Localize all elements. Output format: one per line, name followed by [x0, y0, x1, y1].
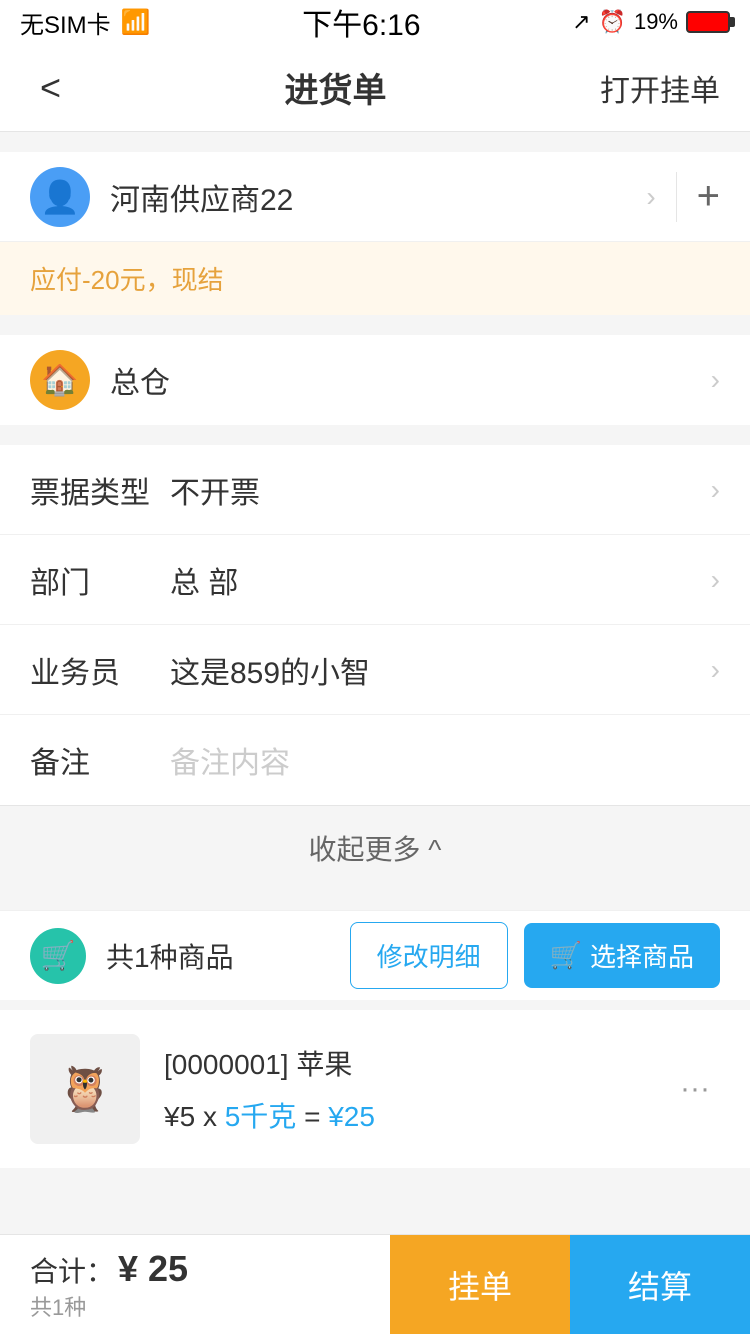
dept-chevron-icon: ›	[711, 564, 720, 596]
checkout-label: 结算	[628, 1262, 692, 1308]
select-product-label: 选择商品	[590, 937, 694, 974]
products-header: 🛒 共1种商品 修改明细 🛒 选择商品	[0, 910, 750, 1000]
warehouse-chevron-icon: ›	[711, 364, 720, 396]
product-qty: 5千克	[225, 1101, 297, 1132]
total-sub: 共1种	[30, 1290, 360, 1322]
select-product-icon: 🛒	[550, 940, 582, 971]
invoice-value: 不开票	[170, 468, 711, 512]
remark-input[interactable]: 备注内容	[170, 738, 720, 782]
form-section: 票据类型 不开票 › 部门 总 部 › 业务员 这是859的小智 › 备注 备注…	[0, 445, 750, 805]
add-supplier-button[interactable]: +	[697, 174, 720, 219]
status-left: 无SIM卡 📶	[20, 5, 151, 40]
remark-label: 备注	[30, 738, 170, 782]
status-bar: 无SIM卡 📶 下午6:16 ↗ ⏰ 19%	[0, 0, 750, 44]
product-total: ¥25	[328, 1101, 375, 1132]
sales-value: 这是859的小智	[170, 648, 711, 692]
supplier-avatar: 👤	[30, 167, 90, 227]
product-title: 苹果	[296, 1049, 352, 1080]
warehouse-icon-wrap: 🏠	[30, 350, 90, 410]
remark-row[interactable]: 备注 备注内容	[0, 715, 750, 805]
chevron-right-icon: ›	[646, 181, 655, 213]
divider-2	[0, 315, 750, 335]
invoice-label: 票据类型	[30, 468, 170, 512]
total-amount: ¥ 25	[118, 1248, 188, 1290]
wifi-icon: 📶	[121, 8, 151, 37]
notice-bar: 应付-20元，现结	[0, 242, 750, 315]
footer: 合计： ¥ 25 共1种 挂单 结算	[0, 1234, 750, 1334]
main-content: 👤 河南供应商22 › + 应付-20元，现结 🏠 总仓 › 票据类型 不开票 …	[0, 132, 750, 1278]
checkout-button[interactable]: 结算	[570, 1235, 750, 1334]
back-button[interactable]: <	[30, 57, 71, 119]
product-name: [0000001] 苹果	[164, 1043, 670, 1083]
notice-text: 应付-20元，现结	[30, 265, 224, 295]
collapse-label: 收起更多 ^	[309, 834, 442, 865]
status-time: 下午6:16	[302, 0, 420, 44]
total-label: 合计：	[30, 1250, 114, 1290]
supplier-row[interactable]: 👤 河南供应商22 › +	[0, 152, 750, 242]
sales-label: 业务员	[30, 648, 170, 692]
avatar-icon: 👤	[40, 178, 80, 216]
product-item: 🦉 [0000001] 苹果 ¥5 x 5千克 = ¥25 ···	[0, 1000, 750, 1168]
product-code: [0000001]	[164, 1049, 289, 1080]
divider-4	[0, 890, 750, 910]
product-price: ¥5 x 5千克 = ¥25	[164, 1095, 670, 1135]
vertical-divider	[676, 172, 677, 222]
nav-bar: < 进货单 打开挂单	[0, 44, 750, 132]
location-icon: ↗	[572, 9, 590, 35]
divider-3	[0, 425, 750, 445]
dept-row[interactable]: 部门 总 部 ›	[0, 535, 750, 625]
page-title: 进货单	[285, 63, 387, 112]
equals-sign: =	[304, 1101, 328, 1132]
status-right: ↗ ⏰ 19%	[572, 9, 730, 35]
hang-label: 挂单	[448, 1262, 512, 1308]
alarm-icon: ⏰	[599, 9, 626, 35]
more-options-button[interactable]: ···	[670, 1062, 720, 1116]
product-count-icon: 🛒	[30, 928, 86, 984]
footer-total: 合计： ¥ 25 共1种	[0, 1235, 390, 1334]
product-thumb-icon: 🦉	[58, 1063, 113, 1115]
hang-button[interactable]: 挂单	[390, 1235, 570, 1334]
divider-1	[0, 132, 750, 152]
warehouse-name: 总仓	[110, 358, 711, 402]
product-count-text: 共1种商品	[106, 936, 350, 976]
supplier-section: 👤 河南供应商22 › + 应付-20元，现结	[0, 152, 750, 315]
carrier-text: 无SIM卡	[20, 5, 111, 40]
battery-icon	[686, 11, 730, 33]
multiply-sign: x	[203, 1101, 225, 1132]
product-icon: 🛒	[41, 939, 76, 972]
edit-detail-button[interactable]: 修改明细	[350, 922, 508, 989]
invoice-row[interactable]: 票据类型 不开票 ›	[0, 445, 750, 535]
collapse-button[interactable]: 收起更多 ^	[0, 805, 750, 890]
dept-label: 部门	[30, 558, 170, 602]
product-info: [0000001] 苹果 ¥5 x 5千克 = ¥25	[164, 1043, 670, 1135]
supplier-name: 河南供应商22	[110, 175, 646, 219]
open-hang-button[interactable]: 打开挂单	[600, 66, 720, 110]
warehouse-row[interactable]: 🏠 总仓 ›	[0, 335, 750, 425]
warehouse-icon: 🏠	[41, 363, 78, 398]
invoice-chevron-icon: ›	[711, 474, 720, 506]
price-value: ¥5	[164, 1101, 195, 1132]
select-product-button[interactable]: 🛒 选择商品	[524, 923, 720, 988]
dept-value: 总 部	[170, 558, 711, 602]
product-thumbnail: 🦉	[30, 1034, 140, 1144]
sales-chevron-icon: ›	[711, 654, 720, 686]
warehouse-section: 🏠 总仓 ›	[0, 335, 750, 425]
sales-row[interactable]: 业务员 这是859的小智 ›	[0, 625, 750, 715]
battery-percent: 19%	[634, 9, 678, 35]
